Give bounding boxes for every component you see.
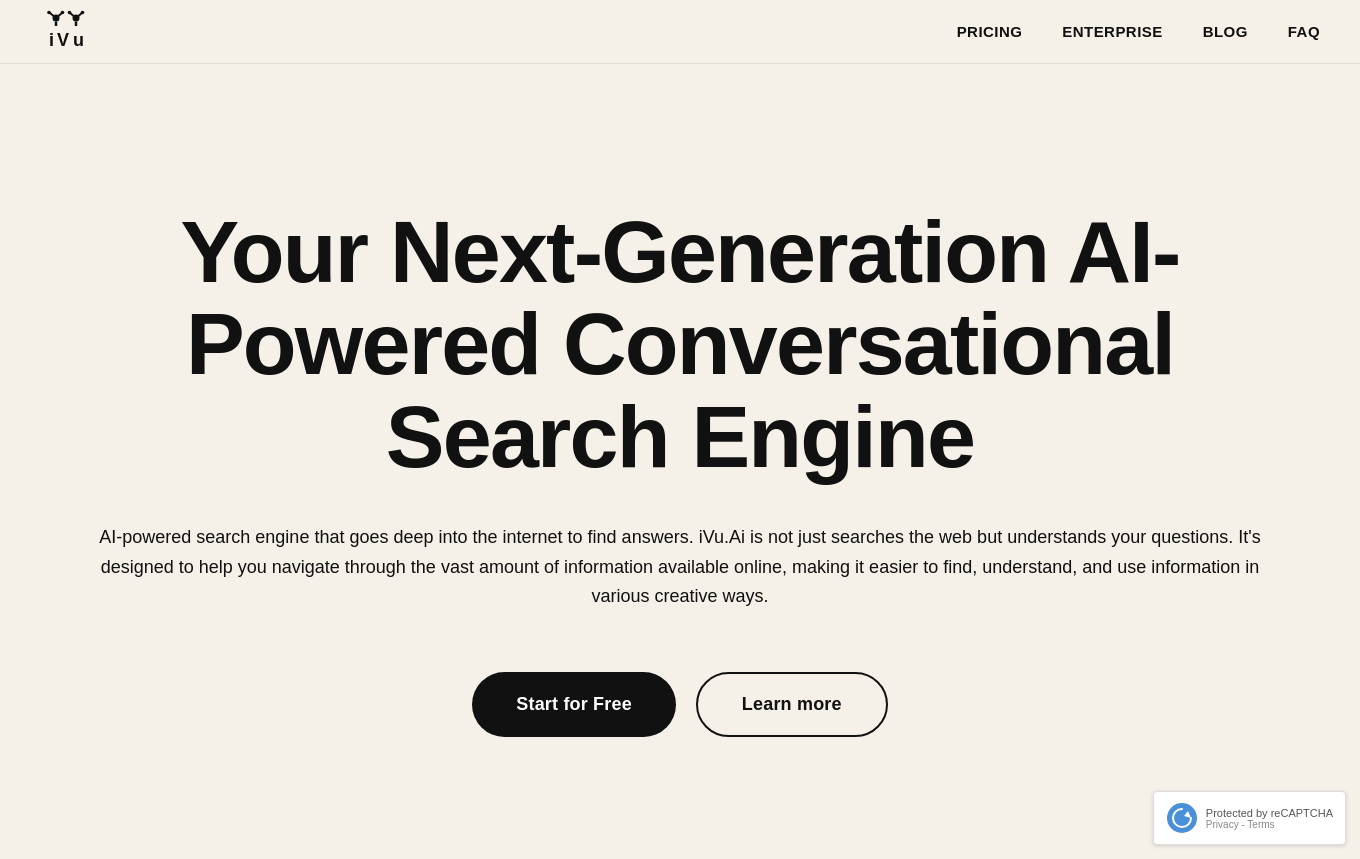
svg-point-5: [61, 10, 65, 14]
svg-point-9: [68, 10, 72, 14]
hero-buttons: Start for Free Learn more: [472, 672, 887, 737]
nav-links: PRICING ENTERPRISE BLOG FAQ: [957, 23, 1320, 40]
recaptcha-badge: Protected by reCAPTCHA Privacy - Terms: [1153, 791, 1346, 845]
svg-point-11: [81, 10, 85, 14]
nav-link-faq[interactable]: FAQ: [1288, 23, 1320, 40]
svg-text:V: V: [57, 30, 69, 50]
logo[interactable]: i V u: [40, 10, 92, 54]
recaptcha-logo-icon: [1166, 802, 1198, 834]
learn-more-button[interactable]: Learn more: [696, 672, 888, 737]
recaptcha-protected-label: Protected by reCAPTCHA: [1206, 807, 1333, 819]
hero-title: Your Next-Generation AI-Powered Conversa…: [80, 206, 1280, 483]
hero-section: Your Next-Generation AI-Powered Conversa…: [0, 64, 1360, 859]
svg-text:u: u: [73, 30, 84, 50]
navbar: i V u PRICING ENTERPRISE BLOG FAQ: [0, 0, 1360, 64]
logo-icon: i V u: [40, 10, 92, 54]
recaptcha-text: Protected by reCAPTCHA Privacy - Terms: [1206, 807, 1333, 830]
start-for-free-button[interactable]: Start for Free: [472, 672, 676, 737]
nav-link-enterprise[interactable]: ENTERPRISE: [1062, 23, 1162, 40]
svg-point-15: [1167, 803, 1197, 833]
nav-link-blog[interactable]: BLOG: [1203, 23, 1248, 40]
nav-link-pricing[interactable]: PRICING: [957, 23, 1023, 40]
recaptcha-links-label: Privacy - Terms: [1206, 819, 1333, 830]
svg-point-3: [47, 10, 51, 14]
svg-text:i: i: [49, 30, 54, 50]
hero-description: AI-powered search engine that goes deep …: [80, 523, 1280, 612]
